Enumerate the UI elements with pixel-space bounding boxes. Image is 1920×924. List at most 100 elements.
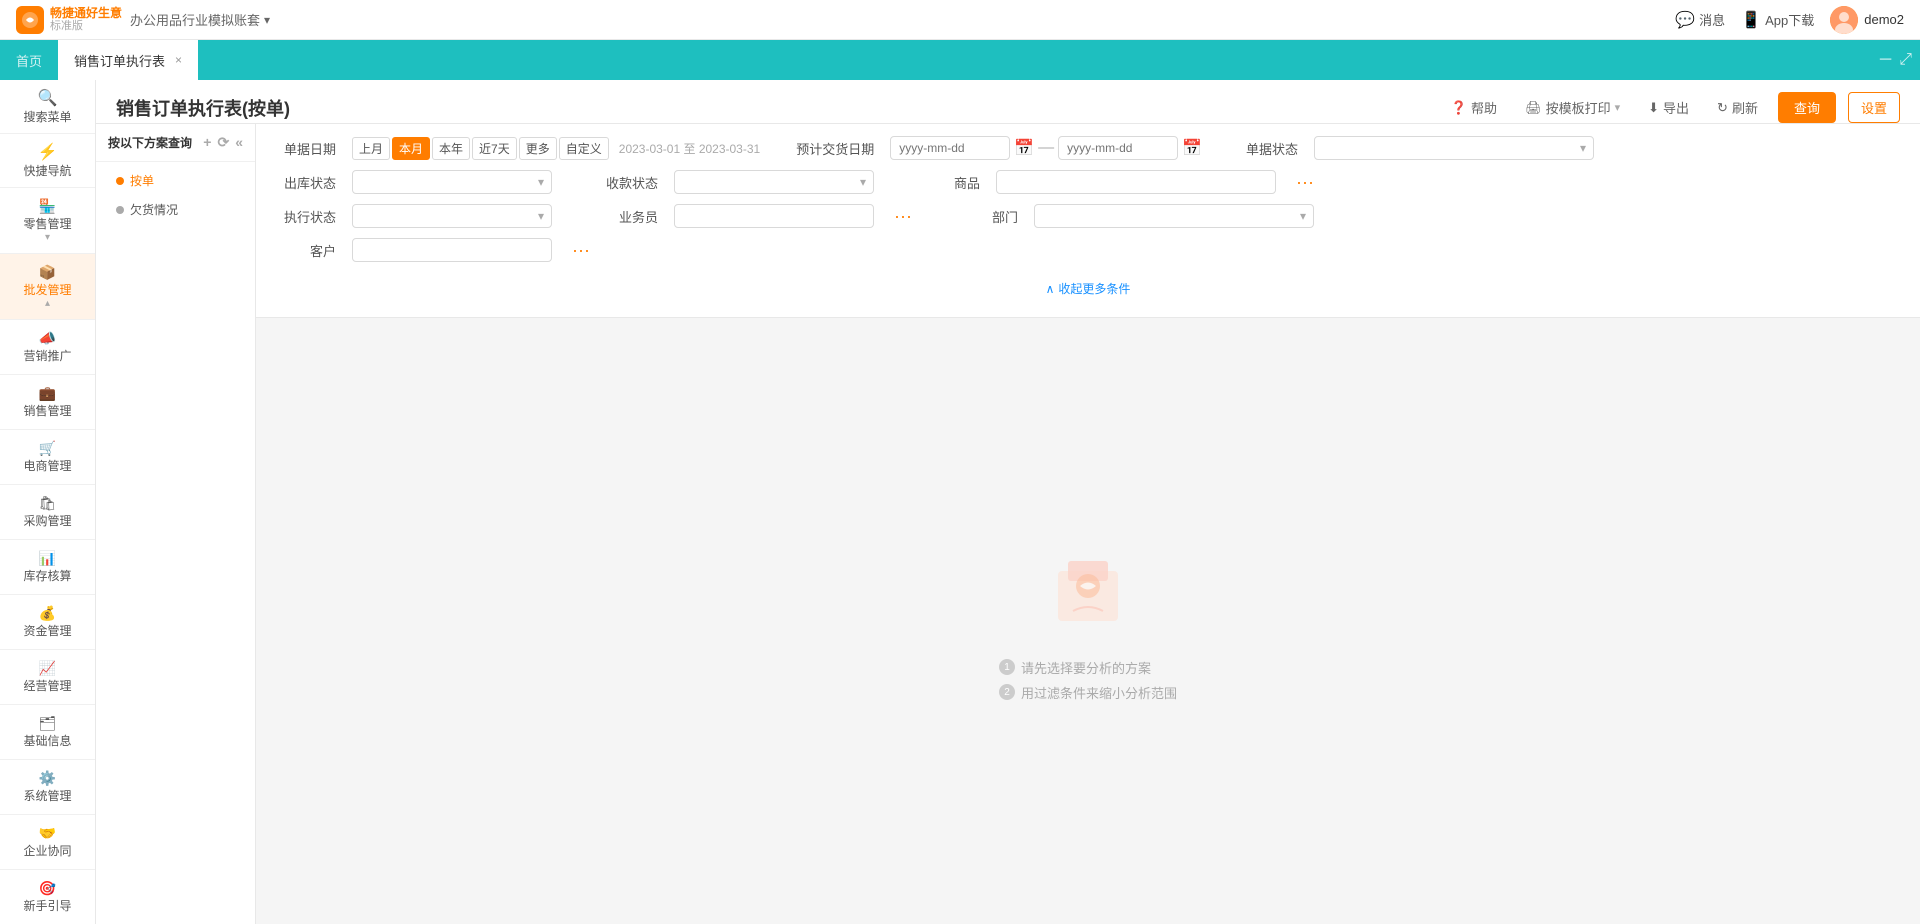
export-button[interactable]: ⬇ 导出 — [1640, 94, 1697, 121]
sidebar-item-search[interactable]: 🔍 搜索菜单 — [0, 80, 95, 134]
content-area: 销售订单执行表(按单) ❓ 帮助 🖨 按模板打印 ▾ ⬇ 导出 ↻ 刷新 — [96, 80, 1920, 924]
filter-row-3: 执行状态 业务员 ··· 部门 — [276, 204, 1900, 228]
tab-close-icon[interactable]: × — [175, 53, 182, 67]
chevron-down-icon: ▾ — [45, 232, 50, 243]
breadcrumb-dropdown-icon[interactable]: ▾ — [264, 13, 270, 27]
collapse-panel-icon[interactable]: « — [235, 134, 243, 151]
collapse-row: ∧ 收起更多条件 — [276, 272, 1900, 305]
sidebar: 🔍 搜索菜单 ⚡ 快捷导航 🏪 零售管理 ▾ 📦 批发管理 ▴ 📣 营销推广 💼… — [0, 80, 96, 924]
receive-status-wrapper — [674, 170, 874, 194]
receive-status-select[interactable] — [674, 170, 874, 194]
sidebar-item-finance[interactable]: 💰 资金管理 — [0, 595, 95, 650]
chevron-up-icon: ▴ — [45, 298, 50, 309]
calendar-start-icon[interactable]: 📅 — [1014, 138, 1034, 158]
refresh-icon: ↻ — [1717, 100, 1728, 116]
sidebar-item-operations[interactable]: 📈 经营管理 — [0, 650, 95, 705]
date-btn-last-month[interactable]: 上月 — [352, 137, 390, 160]
sidebar-item-ecommerce[interactable]: 🛒 电商管理 — [0, 430, 95, 485]
sidebar-item-basic[interactable]: 🗂 基础信息 — [0, 705, 95, 760]
empty-tip-2: 2 用过滤条件来缩小分析范围 — [999, 683, 1177, 702]
sidebar-item-wholesale[interactable]: 📦 批发管理 ▴ — [0, 254, 95, 320]
refresh-button[interactable]: ↻ 刷新 — [1709, 94, 1766, 121]
message-icon: 💬 — [1675, 10, 1695, 30]
tab-sales-order[interactable]: 销售订单执行表 × — [58, 40, 198, 80]
forecast-date-label: 预计交货日期 — [796, 139, 874, 158]
status-select-wrapper — [1314, 136, 1594, 160]
date-shortcuts: 上月 本月 本年 近7天 更多 自定义 — [352, 137, 609, 160]
status-label: 单据状态 — [1238, 139, 1298, 158]
logo-text: 畅捷通好生意 标准版 — [50, 6, 122, 34]
page-title: 销售订单执行表(按单) — [116, 95, 290, 121]
user-area[interactable]: demo2 — [1830, 6, 1904, 34]
date-btn-this-year[interactable]: 本年 — [432, 137, 470, 160]
salesman-input[interactable] — [674, 204, 874, 228]
date-shortcut-group: 上月 本月 本年 近7天 更多 自定义 2023-03-01 至 2023-03… — [352, 137, 760, 160]
add-scheme-icon[interactable]: + — [203, 134, 211, 151]
tab-minimize-icon[interactable]: ─ — [1880, 51, 1891, 69]
filter-row-4: 客户 ··· — [276, 238, 1900, 262]
breadcrumb: 办公用品行业模拟账套 ▾ — [130, 10, 270, 29]
left-nav-panel: 按以下方案查询 + ⟳ « 按单 欠货情况 — [96, 124, 256, 924]
scheme-item-dan[interactable]: 按单 — [96, 166, 255, 195]
customer-input[interactable] — [352, 238, 552, 262]
print-dropdown-icon[interactable]: ▾ — [1615, 101, 1621, 114]
scheme-list: 按单 欠货情况 — [96, 162, 255, 228]
customer-dots[interactable]: ··· — [572, 241, 590, 259]
ship-status-wrapper — [352, 170, 552, 194]
goods-input[interactable] — [996, 170, 1276, 194]
sidebar-item-newuser[interactable]: 🎯 新手引导 — [0, 870, 95, 924]
sidebar-item-sales[interactable]: 💼 销售管理 — [0, 375, 95, 430]
calendar-end-icon[interactable]: 📅 — [1182, 138, 1202, 158]
forecast-date-start[interactable] — [890, 136, 1010, 160]
salesman-dots[interactable]: ··· — [894, 207, 912, 225]
dept-wrapper — [1034, 204, 1314, 228]
collapse-button[interactable]: ∧ 收起更多条件 — [1046, 276, 1131, 301]
date-btn-7days[interactable]: 近7天 — [472, 137, 517, 160]
date-btn-custom[interactable]: 自定义 — [559, 137, 609, 160]
print-button[interactable]: 🖨 按模板打印 ▾ — [1517, 94, 1628, 121]
sidebar-item-system[interactable]: ⚙️ 系统管理 — [0, 760, 95, 815]
help-button[interactable]: ❓ 帮助 — [1443, 94, 1505, 121]
empty-state: 1 请先选择要分析的方案 2 用过滤条件来缩小分析范围 — [256, 318, 1920, 924]
refresh-scheme-icon[interactable]: ⟳ — [217, 134, 229, 151]
top-bar-left: 畅捷通好生意 标准版 办公用品行业模拟账套 ▾ — [16, 6, 270, 34]
query-button[interactable]: 查询 — [1778, 92, 1836, 123]
right-panel: 单据日期 上月 本月 本年 近7天 更多 自定义 2023-03-01 至 20… — [256, 124, 1920, 924]
export-icon: ⬇ — [1648, 100, 1659, 116]
top-bar: 畅捷通好生意 标准版 办公用品行业模拟账套 ▾ 💬 消息 📱 App下载 — [0, 0, 1920, 40]
goods-dots[interactable]: ··· — [1296, 173, 1314, 191]
customer-label: 客户 — [276, 241, 336, 260]
exec-status-label: 执行状态 — [276, 207, 336, 226]
tab-home[interactable]: 首页 — [0, 40, 58, 80]
tab-expand-icon[interactable]: ⤢ — [1899, 51, 1912, 69]
help-icon: ❓ — [1451, 100, 1467, 116]
sidebar-item-inventory[interactable]: 📊 库存核算 — [0, 540, 95, 595]
date-btn-more[interactable]: 更多 — [519, 137, 557, 160]
scheme-item-shortage[interactable]: 欠货情况 — [96, 195, 255, 224]
sidebar-item-purchase[interactable]: 🛍 采购管理 — [0, 485, 95, 540]
exec-status-select[interactable] — [352, 204, 552, 228]
left-nav-actions: + ⟳ « — [203, 134, 243, 151]
sidebar-item-marketing[interactable]: 📣 营销推广 — [0, 320, 95, 375]
date-btn-this-month[interactable]: 本月 — [392, 137, 430, 160]
date-sep: — — [1038, 139, 1054, 157]
forecast-date-end[interactable] — [1058, 136, 1178, 160]
sidebar-item-retail[interactable]: 🏪 零售管理 ▾ — [0, 188, 95, 254]
sidebar-item-quick-nav[interactable]: ⚡ 快捷导航 — [0, 134, 95, 188]
exec-status-wrapper — [352, 204, 552, 228]
logo-icon — [16, 6, 44, 34]
tip-2-num: 2 — [999, 684, 1015, 700]
settings-button[interactable]: 设置 — [1848, 92, 1900, 123]
receive-status-label: 收款状态 — [598, 173, 658, 192]
status-select[interactable] — [1314, 136, 1594, 160]
sidebar-item-enterprise[interactable]: 🤝 企业协同 — [0, 815, 95, 870]
filter-panel: 单据日期 上月 本月 本年 近7天 更多 自定义 2023-03-01 至 20… — [256, 124, 1920, 318]
empty-tips: 1 请先选择要分析的方案 2 用过滤条件来缩小分析范围 — [999, 658, 1177, 702]
avatar — [1830, 6, 1858, 34]
dept-select[interactable] — [1034, 204, 1314, 228]
user-name: demo2 — [1864, 12, 1904, 27]
ship-status-select[interactable] — [352, 170, 552, 194]
page-content: 按以下方案查询 + ⟳ « 按单 欠货情况 — [96, 124, 1920, 924]
message-button[interactable]: 💬 消息 — [1675, 10, 1725, 30]
app-download-button[interactable]: 📱 App下载 — [1741, 10, 1814, 30]
